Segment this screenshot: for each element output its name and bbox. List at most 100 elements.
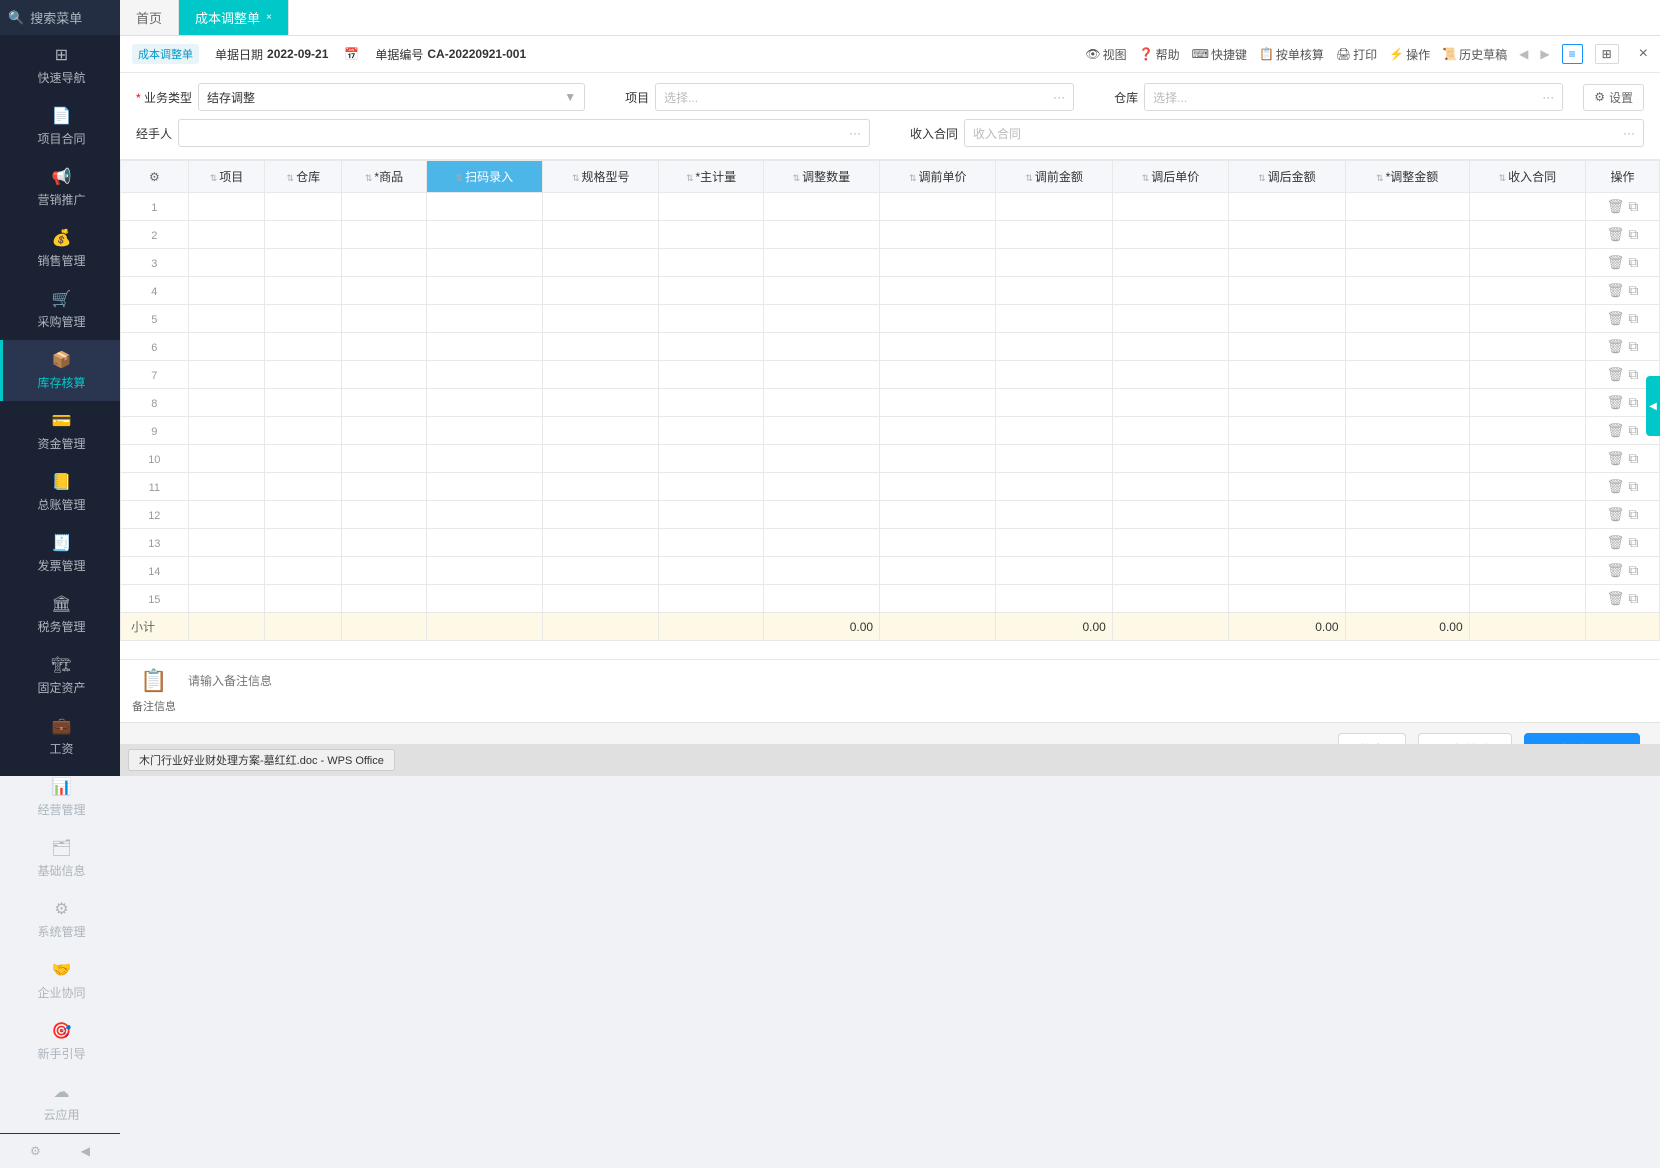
cell-project-9[interactable] xyxy=(188,417,265,445)
cell-action-5[interactable]: 🗑⧉ xyxy=(1586,305,1660,333)
cell-before_amount-13[interactable] xyxy=(996,529,1112,557)
cell-after_price-4[interactable] xyxy=(1112,277,1228,305)
cell-before_price-8[interactable] xyxy=(880,389,996,417)
cell-adjust_amount-8[interactable] xyxy=(1345,389,1469,417)
cell-warehouse-11[interactable] xyxy=(265,473,342,501)
sidebar-item-fixed-asset[interactable]: 🏗固定资产 xyxy=(0,645,120,706)
cell-goods-6[interactable] xyxy=(342,333,426,361)
gear-icon[interactable]: ⚙ xyxy=(149,170,160,184)
cell-income_contract-15[interactable] xyxy=(1469,585,1585,613)
cell-after_price-6[interactable] xyxy=(1112,333,1228,361)
sort-icon-before_price[interactable]: ⇅ xyxy=(909,173,917,183)
cell-before_amount-12[interactable] xyxy=(996,501,1112,529)
cell-action-6[interactable]: 🗑⧉ xyxy=(1586,333,1660,361)
cell-project-3[interactable] xyxy=(188,249,265,277)
cell-after_price-9[interactable] xyxy=(1112,417,1228,445)
cell-after_amount-12[interactable] xyxy=(1229,501,1345,529)
cell-settings-15[interactable]: 15 xyxy=(121,585,189,613)
cell-income_contract-7[interactable] xyxy=(1469,361,1585,389)
cell-action-12[interactable]: 🗑⧉ xyxy=(1586,501,1660,529)
cell-adjust_qty-3[interactable] xyxy=(763,249,879,277)
cell-after_price-5[interactable] xyxy=(1112,305,1228,333)
delete-icon-5[interactable]: 🗑 xyxy=(1607,310,1625,327)
copy-icon-5[interactable]: ⧉ xyxy=(1628,310,1638,327)
cell-action-15[interactable]: 🗑⧉ xyxy=(1586,585,1660,613)
print-btn[interactable]: 🖨 打印 xyxy=(1336,46,1377,63)
cell-project-8[interactable] xyxy=(188,389,265,417)
sort-icon-income_contract[interactable]: ⇅ xyxy=(1499,173,1507,183)
cell-warehouse-2[interactable] xyxy=(265,221,342,249)
cell-warehouse-1[interactable] xyxy=(265,193,342,221)
cell-settings-8[interactable]: 8 xyxy=(121,389,189,417)
cell-action-11[interactable]: 🗑⧉ xyxy=(1586,473,1660,501)
sort-icon-adjust_qty[interactable]: ⇅ xyxy=(793,173,801,183)
cell-income_contract-10[interactable] xyxy=(1469,445,1585,473)
sort-icon-project[interactable]: ⇅ xyxy=(210,173,218,183)
sidebar-item-sales[interactable]: 💰销售管理 xyxy=(0,218,120,279)
cell-adjust_amount-1[interactable] xyxy=(1345,193,1469,221)
sort-icon-before_amount[interactable]: ⇅ xyxy=(1025,173,1033,183)
cell-scan-12[interactable] xyxy=(426,501,542,529)
cell-scan-9[interactable] xyxy=(426,417,542,445)
cell-goods-1[interactable] xyxy=(342,193,426,221)
cell-before_price-10[interactable] xyxy=(880,445,996,473)
cell-adjust_qty-15[interactable] xyxy=(763,585,879,613)
cell-unit-15[interactable] xyxy=(659,585,763,613)
cell-goods-15[interactable] xyxy=(342,585,426,613)
cell-after_amount-7[interactable] xyxy=(1229,361,1345,389)
cell-goods-10[interactable] xyxy=(342,445,426,473)
cell-spec-12[interactable] xyxy=(543,501,659,529)
cell-adjust_qty-1[interactable] xyxy=(763,193,879,221)
cell-scan-1[interactable] xyxy=(426,193,542,221)
copy-icon-4[interactable]: ⧉ xyxy=(1628,282,1638,299)
cell-goods-12[interactable] xyxy=(342,501,426,529)
cell-after_price-2[interactable] xyxy=(1112,221,1228,249)
sidebar-item-purchase[interactable]: 🛒采购管理 xyxy=(0,279,120,340)
cell-income_contract-4[interactable] xyxy=(1469,277,1585,305)
sidebar-item-tax[interactable]: 🏛税务管理 xyxy=(0,584,120,645)
cell-adjust_qty-10[interactable] xyxy=(763,445,879,473)
cell-adjust_amount-14[interactable] xyxy=(1345,557,1469,585)
cell-action-3[interactable]: 🗑⧉ xyxy=(1586,249,1660,277)
sidebar-item-invoice[interactable]: 🧾发票管理 xyxy=(0,523,120,584)
cell-unit-3[interactable] xyxy=(659,249,763,277)
cell-adjust_qty-11[interactable] xyxy=(763,473,879,501)
sort-icon-unit[interactable]: ⇅ xyxy=(686,173,694,183)
cell-after_amount-3[interactable] xyxy=(1229,249,1345,277)
cell-adjust_amount-7[interactable] xyxy=(1345,361,1469,389)
cell-action-14[interactable]: 🗑⧉ xyxy=(1586,557,1660,585)
col-header-action[interactable]: 操作 xyxy=(1586,161,1660,193)
cell-adjust_qty-5[interactable] xyxy=(763,305,879,333)
cell-after_amount-2[interactable] xyxy=(1229,221,1345,249)
cell-settings-4[interactable]: 4 xyxy=(121,277,189,305)
cell-adjust_qty-7[interactable] xyxy=(763,361,879,389)
cell-action-4[interactable]: 🗑⧉ xyxy=(1586,277,1660,305)
history-btn[interactable]: 📜 历史草稿 xyxy=(1442,46,1507,63)
cell-adjust_amount-3[interactable] xyxy=(1345,249,1469,277)
cell-spec-2[interactable] xyxy=(543,221,659,249)
cell-before_price-3[interactable] xyxy=(880,249,996,277)
delete-icon-13[interactable]: 🗑 xyxy=(1607,534,1625,551)
cell-before_amount-7[interactable] xyxy=(996,361,1112,389)
cell-project-15[interactable] xyxy=(188,585,265,613)
cell-project-14[interactable] xyxy=(188,557,265,585)
shortcut-btn[interactable]: ⌨ 快捷键 xyxy=(1192,46,1247,63)
cell-goods-9[interactable] xyxy=(342,417,426,445)
settings-button[interactable]: ⚙ 设置 xyxy=(1583,84,1644,111)
cell-after_price-15[interactable] xyxy=(1112,585,1228,613)
copy-icon-8[interactable]: ⧉ xyxy=(1628,394,1638,411)
cell-income_contract-11[interactable] xyxy=(1469,473,1585,501)
cell-adjust_qty-4[interactable] xyxy=(763,277,879,305)
cell-before_price-2[interactable] xyxy=(880,221,996,249)
sidebar-item-finance[interactable]: 💳资金管理 xyxy=(0,401,120,462)
cell-before_amount-15[interactable] xyxy=(996,585,1112,613)
cell-unit-2[interactable] xyxy=(659,221,763,249)
sidebar-item-new-guide[interactable]: 🎯新手引导 xyxy=(0,1011,120,1072)
delete-icon-7[interactable]: 🗑 xyxy=(1607,366,1625,383)
copy-icon-3[interactable]: ⧉ xyxy=(1628,254,1638,271)
cell-after_price-1[interactable] xyxy=(1112,193,1228,221)
cell-spec-8[interactable] xyxy=(543,389,659,417)
cell-warehouse-14[interactable] xyxy=(265,557,342,585)
cell-unit-7[interactable] xyxy=(659,361,763,389)
cell-after_amount-11[interactable] xyxy=(1229,473,1345,501)
